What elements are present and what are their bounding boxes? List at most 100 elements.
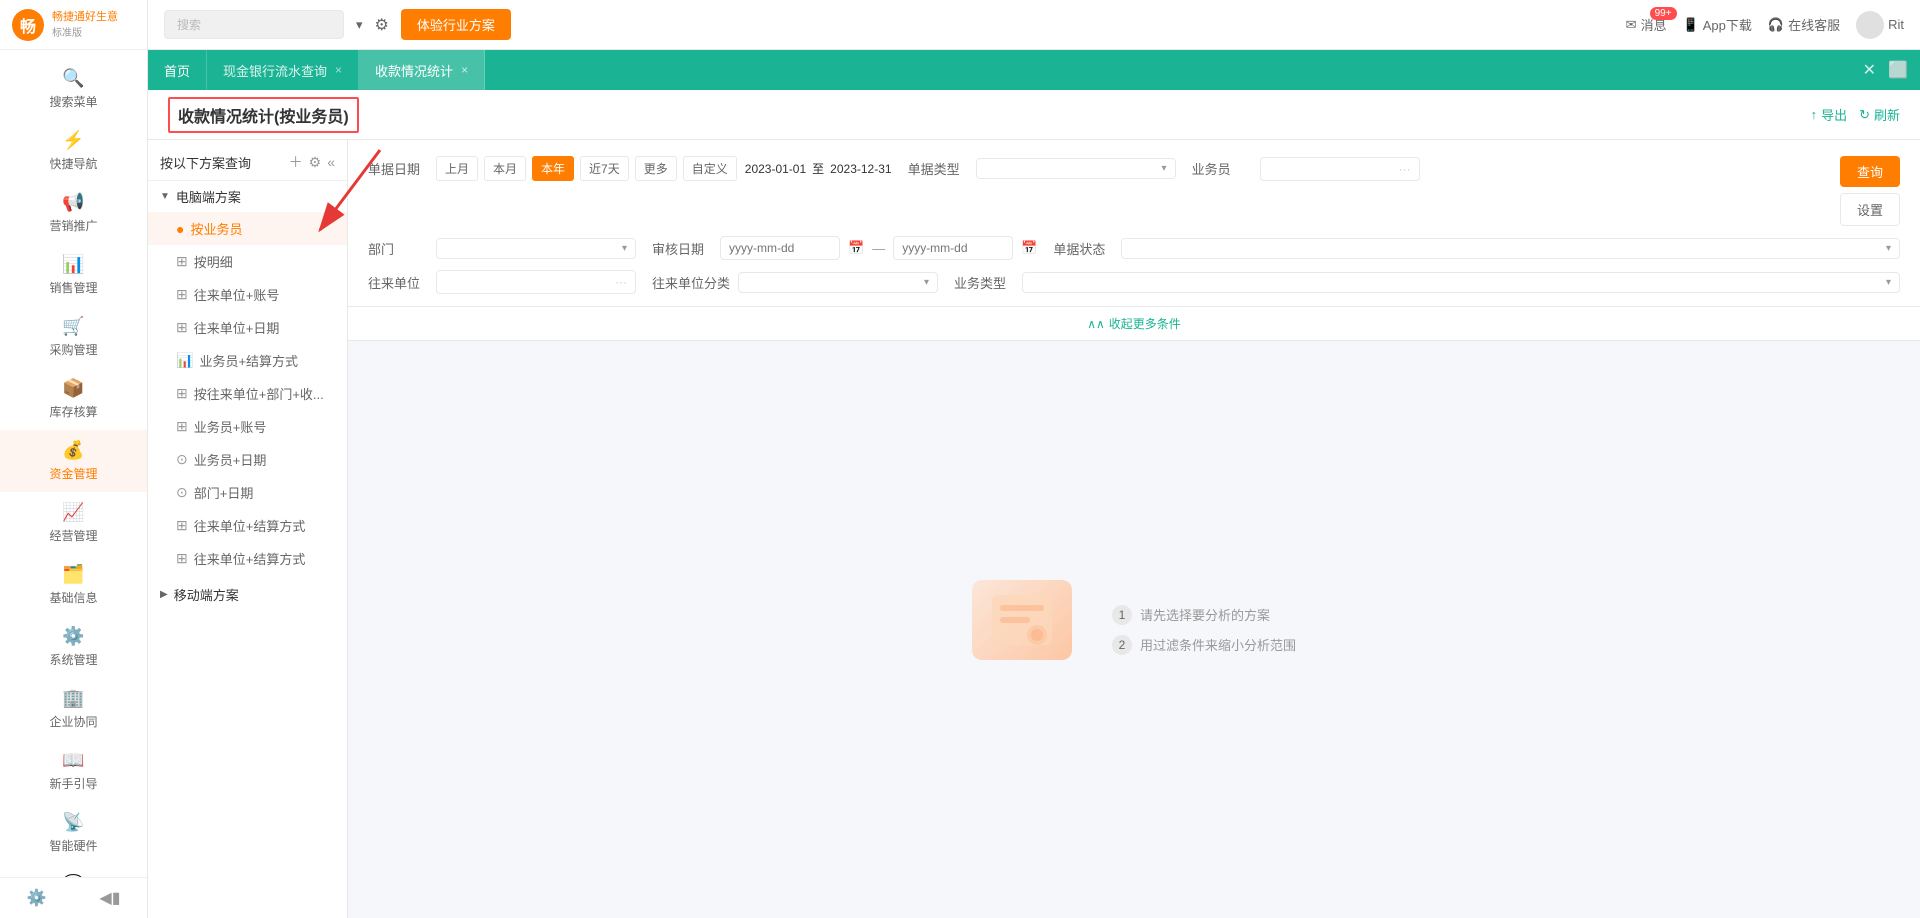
scheme-item-salesperson-settlement[interactable]: 📊 业务员+结算方式 bbox=[148, 344, 347, 377]
scheme-group-desktop-header[interactable]: ▼ 电脑端方案 bbox=[148, 181, 347, 212]
message-btn[interactable]: ✉ 消息 99+ bbox=[1626, 15, 1667, 34]
date-btn-last-month[interactable]: 上月 bbox=[436, 156, 478, 181]
calendar-start-icon[interactable]: 📅 bbox=[848, 240, 864, 256]
empty-tip-1: 1 请先选择要分析的方案 bbox=[1112, 605, 1296, 625]
tip-text-2: 用过滤条件来缩小分析范围 bbox=[1140, 635, 1296, 654]
add-scheme-icon[interactable]: ＋ bbox=[289, 152, 303, 172]
header-settings-icon[interactable]: ⚙ bbox=[375, 15, 389, 35]
sidebar-item-purchase[interactable]: 🛒 采购管理 bbox=[0, 306, 147, 368]
sidebar-item-base-info[interactable]: 🗂️ 基础信息 bbox=[0, 554, 147, 616]
scheme-item-by-detail[interactable]: ⊞ 按明细 bbox=[148, 245, 347, 278]
sidebar-item-label: 营销推广 bbox=[49, 217, 97, 234]
date-btn-custom[interactable]: 自定义 bbox=[683, 156, 737, 181]
counterparty-type-select[interactable]: ▾ bbox=[738, 272, 938, 293]
collapse-bar[interactable]: ∧∧ 收起更多条件 bbox=[348, 307, 1920, 341]
search-menu-icon: 🔍 bbox=[62, 68, 84, 89]
biz-type-select[interactable]: ▾ bbox=[1022, 272, 1900, 293]
date-btn-this-year[interactable]: 本年 bbox=[532, 156, 574, 181]
maximize-icon[interactable]: ⬜ bbox=[1888, 60, 1908, 80]
review-date-end[interactable] bbox=[893, 236, 1013, 260]
system-icon: ⚙️ bbox=[62, 626, 84, 647]
export-btn[interactable]: ↑ 导出 bbox=[1811, 105, 1848, 124]
sidebar-item-enterprise[interactable]: 🏢 企业协同 bbox=[0, 678, 147, 740]
sidebar-nav: 🔍 搜索菜单 ⚡ 快捷导航 📢 营销推广 📊 销售管理 🛒 采购管理 📦 bbox=[0, 50, 147, 877]
sales-icon: 📊 bbox=[62, 254, 84, 275]
counterparty-type-label: 往来单位分类 bbox=[652, 273, 730, 292]
scheme-group-mobile-header[interactable]: ▶ 移动端方案 bbox=[148, 579, 347, 610]
query-btn[interactable]: 查询 bbox=[1840, 156, 1900, 187]
counterparty-label: 往来单位 bbox=[368, 273, 428, 292]
sidebar-item-operations[interactable]: 📈 经营管理 bbox=[0, 492, 147, 554]
header-nav-dropdown[interactable]: ▾ bbox=[356, 17, 363, 33]
collapse-panel-icon[interactable]: « bbox=[327, 154, 335, 170]
scheme-item-dept-date[interactable]: ⊙ 部门+日期 bbox=[148, 476, 347, 509]
sidebar-item-sales[interactable]: 📊 销售管理 bbox=[0, 244, 147, 306]
collapse-label: 收起更多条件 bbox=[1109, 315, 1181, 332]
tab-collection-stats[interactable]: 收款情况统计 × bbox=[359, 50, 485, 90]
page-title: 收款情况统计(按业务员) bbox=[168, 97, 359, 133]
scheme-item-unit-account[interactable]: ⊞ 往来单位+账号 bbox=[148, 278, 347, 311]
scheme-item-unit-settlement1[interactable]: ⊞ 往来单位+结算方式 bbox=[148, 509, 347, 542]
doc-type-label: 单据类型 bbox=[908, 159, 968, 178]
empty-tips: 1 请先选择要分析的方案 2 用过滤条件来缩小分析范围 bbox=[1112, 605, 1296, 655]
salesperson-label: 业务员 bbox=[1192, 159, 1252, 178]
sidebar-item-label: 经营管理 bbox=[49, 527, 97, 544]
date-btn-7days[interactable]: 近7天 bbox=[580, 156, 629, 181]
sidebar-item-search-menu[interactable]: 🔍 搜索菜单 bbox=[0, 58, 147, 120]
sidebar-item-system[interactable]: ⚙️ 系统管理 bbox=[0, 616, 147, 678]
sidebar-item-marketing[interactable]: 📢 营销推广 bbox=[0, 182, 147, 244]
purchase-icon: 🛒 bbox=[62, 316, 84, 337]
calendar-end-icon[interactable]: 📅 bbox=[1021, 240, 1037, 256]
date-btn-this-month[interactable]: 本月 bbox=[484, 156, 526, 181]
export-label: 导出 bbox=[1821, 105, 1847, 124]
service-icon: 🎧 bbox=[1768, 17, 1784, 33]
scheme-item-salesperson-date[interactable]: ⊙ 业务员+日期 bbox=[148, 443, 347, 476]
doc-type-select[interactable]: ▾ bbox=[976, 158, 1176, 179]
user-menu[interactable]: Rit bbox=[1856, 11, 1904, 39]
date-separator: 至 bbox=[812, 160, 824, 177]
salesperson-input[interactable]: ··· bbox=[1260, 157, 1420, 181]
sidebar-item-enterprise-wechat[interactable]: 💬 企业微信 bbox=[0, 864, 147, 877]
date-start: 2023-01-01 bbox=[745, 162, 806, 176]
right-panel: 单据日期 上月 本月 本年 近7天 更多 自定义 bbox=[348, 140, 1920, 918]
tabs-right-actions: ✕ ⬜ bbox=[1851, 50, 1920, 90]
smart-hw-icon: 📡 bbox=[62, 812, 84, 833]
scheme-item-unit-settlement2[interactable]: ⊞ 往来单位+结算方式 bbox=[148, 542, 347, 575]
sidebar-item-quick-nav[interactable]: ⚡ 快捷导航 bbox=[0, 120, 147, 182]
app-download-btn[interactable]: 📱 App下载 bbox=[1683, 15, 1752, 34]
sidebar-item-guide[interactable]: 📖 新手引导 bbox=[0, 740, 147, 802]
scheme-item-unit-dept-collection[interactable]: ⊞ 按往来单位+部门+收... bbox=[148, 377, 347, 410]
scheme-settings-icon[interactable]: ⚙ bbox=[309, 154, 322, 171]
counterparty-more-icon[interactable]: ··· bbox=[615, 275, 627, 289]
date-btn-more[interactable]: 更多 bbox=[635, 156, 677, 181]
settings-bottom-icon[interactable]: ⚙️ bbox=[26, 888, 46, 908]
doc-status-select[interactable]: ▾ bbox=[1121, 238, 1900, 259]
scheme-item-by-salesperson[interactable]: ● 按业务员 bbox=[148, 212, 347, 245]
scheme-group-mobile: ▶ 移动端方案 bbox=[148, 579, 347, 610]
left-panel: 按以下方案查询 ＋ ⚙ « ▼ 电脑端方案 ● 按业务员 bbox=[148, 140, 348, 918]
sidebar-item-finance[interactable]: 💰 资金管理 bbox=[0, 430, 147, 492]
settings-btn[interactable]: 设置 bbox=[1840, 193, 1900, 226]
trial-btn[interactable]: 体验行业方案 bbox=[401, 9, 511, 40]
close-all-tabs-icon[interactable]: ✕ bbox=[1863, 60, 1876, 80]
left-panel-header: 按以下方案查询 ＋ ⚙ « bbox=[148, 140, 347, 181]
sidebar-item-label: 销售管理 bbox=[49, 279, 97, 296]
collapse-sidebar-icon[interactable]: ◀▮ bbox=[99, 888, 120, 908]
review-date-start[interactable] bbox=[720, 236, 840, 260]
scheme-item-label: 部门+日期 bbox=[194, 483, 254, 502]
sidebar-item-inventory[interactable]: 📦 库存核算 bbox=[0, 368, 147, 430]
date-dash: — bbox=[872, 241, 885, 256]
tab-bank-flow[interactable]: 现金银行流水查询 × bbox=[207, 50, 359, 90]
left-panel-title: 按以下方案查询 bbox=[160, 153, 251, 172]
sidebar-item-smart-hw[interactable]: 📡 智能硬件 bbox=[0, 802, 147, 864]
refresh-btn[interactable]: ↻ 刷新 bbox=[1859, 105, 1900, 124]
close-collection-stats-icon[interactable]: × bbox=[461, 63, 468, 77]
counterparty-input[interactable]: ··· bbox=[436, 270, 636, 294]
online-service-btn[interactable]: 🎧 在线客服 bbox=[1768, 15, 1840, 34]
salesperson-more-icon[interactable]: ··· bbox=[1399, 162, 1411, 176]
scheme-item-salesperson-account[interactable]: ⊞ 业务员+账号 bbox=[148, 410, 347, 443]
scheme-item-unit-date[interactable]: ⊞ 往来单位+日期 bbox=[148, 311, 347, 344]
close-bank-flow-icon[interactable]: × bbox=[335, 63, 342, 77]
dept-select[interactable]: ▾ bbox=[436, 238, 636, 259]
tab-home[interactable]: 首页 bbox=[148, 50, 207, 90]
